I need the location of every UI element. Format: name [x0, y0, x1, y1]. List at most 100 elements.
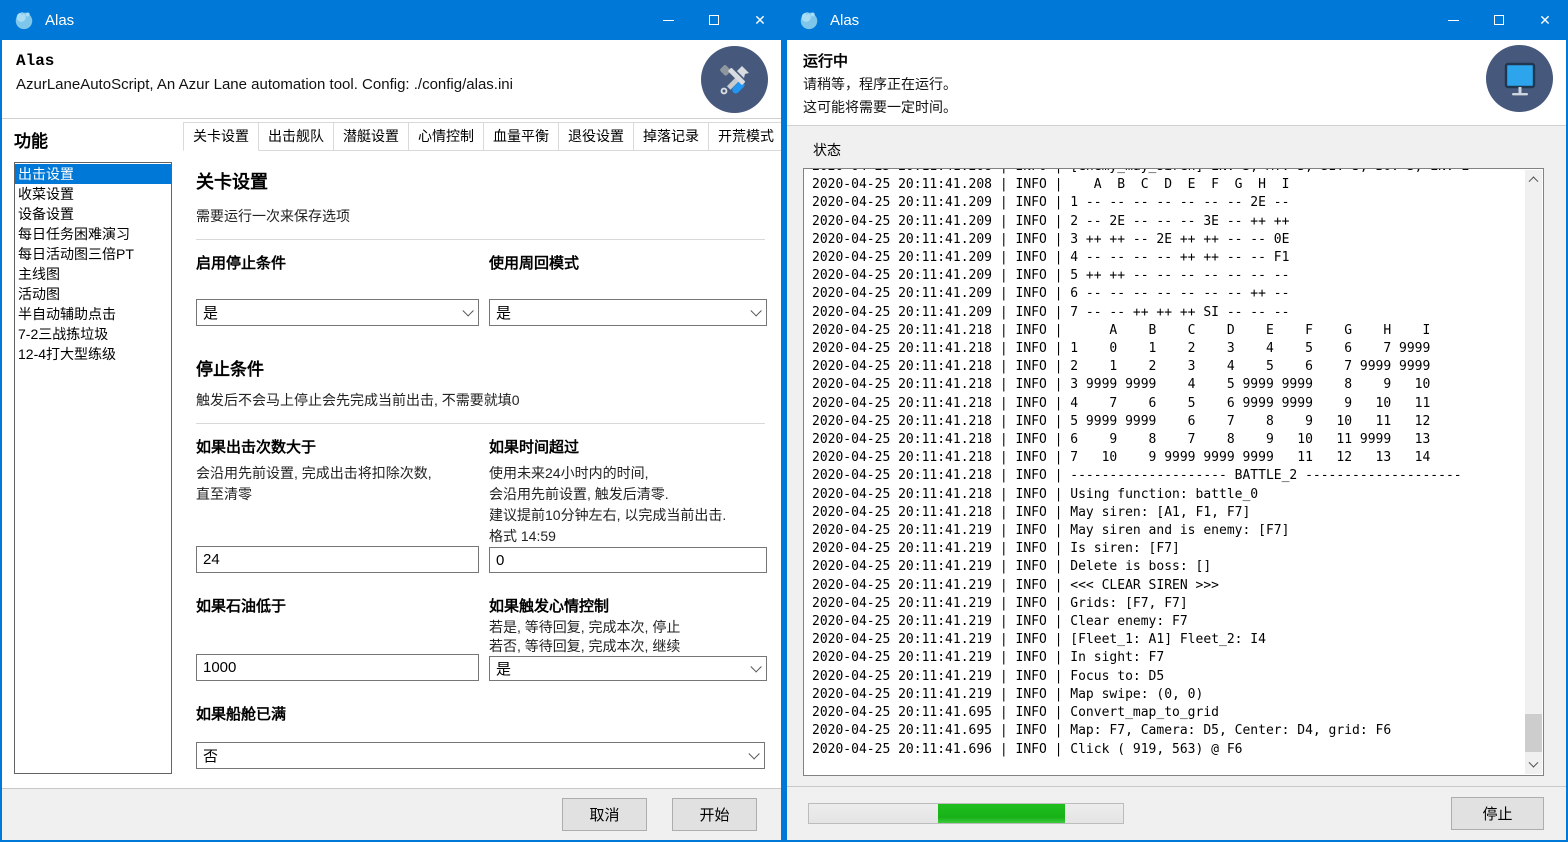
settings-tabbar: 关卡设置 出击舰队 潜艇设置 心情控制 血量平衡 退役设置 掉落记录 开荒模式 [183, 122, 781, 151]
time-over-desc-line: 建议提前10分钟左右, 以完成当前出击. [489, 505, 767, 526]
emotion-select[interactable]: 是 [489, 656, 767, 681]
minimize-button[interactable] [645, 0, 691, 40]
enable-stop-select[interactable]: 是 [196, 299, 479, 326]
log-line: 2020-04-25 20:11:41.209 | INFO | 7 -- --… [812, 304, 1525, 322]
loop-mode-label: 使用周回模式 [489, 252, 767, 273]
log-line: 2020-04-25 20:11:41.208 | INFO | A B C D… [812, 176, 1525, 194]
sortie-count-desc-line: 直至清零 [196, 484, 479, 505]
sidebar-item-daily-hard-exercise[interactable]: 每日任务困难演习 [15, 224, 171, 244]
dock-full-value: 否 [203, 745, 218, 766]
time-over-desc-line: 格式 14:59 [489, 526, 767, 547]
sidebar-item-daily-event-3x-pt[interactable]: 每日活动图三倍PT [15, 244, 171, 264]
log-line: 2020-04-25 20:11:41.696 | INFO | Click (… [812, 741, 1525, 759]
log-line: 2020-04-25 20:11:41.219 | INFO | Is sire… [812, 540, 1525, 558]
scrollbar-thumb[interactable] [1525, 714, 1542, 752]
log-line: 2020-04-25 20:11:41.695 | INFO | Convert… [812, 704, 1525, 722]
tab-sortie-fleet[interactable]: 出击舰队 [258, 122, 334, 150]
sortie-count-input[interactable] [196, 546, 479, 573]
log-line: 2020-04-25 20:11:41.218 | INFO | -------… [812, 467, 1525, 485]
time-over-label: 如果时间超过 [489, 436, 767, 457]
emotion-desc-line: 若否, 等待回复, 完成本次, 继续 [489, 637, 767, 656]
close-button[interactable]: ✕ [737, 0, 783, 40]
log-line: 2020-04-25 20:11:41.219 | INFO | May sir… [812, 522, 1525, 540]
log-line: 2020-04-25 20:11:41.218 | INFO | May sir… [812, 504, 1525, 522]
stop-condition-desc: 触发后不会马上停止会先完成当前出击, 不需要就填0 [196, 390, 765, 410]
log-line: 2020-04-25 20:11:41.219 | INFO | Map swi… [812, 686, 1525, 704]
log-line: 2020-04-25 20:11:41.219 | INFO | <<< CLE… [812, 577, 1525, 595]
minimize-icon [663, 20, 674, 21]
settings-window: Alas ✕ Alas AzurLaneAutoScript, An Azur … [0, 0, 783, 842]
dock-full-label: 如果船舱已满 [196, 703, 765, 724]
log-line: 2020-04-25 20:11:41.695 | INFO | Map: F7… [812, 722, 1525, 740]
loop-mode-value: 是 [496, 302, 511, 323]
log-output[interactable]: 2020-04-25 20:11:41.208 | INFO | [enemy_… [803, 168, 1544, 776]
tab-hp-balance[interactable]: 血量平衡 [483, 122, 559, 150]
sortie-count-desc-line: 会沿用先前设置, 完成出击将扣除次数, [196, 463, 479, 484]
log-line: 2020-04-25 20:11:41.218 | INFO | 1 0 1 2… [812, 340, 1525, 358]
sidebar-item-12-4-leveling[interactable]: 12-4打大型练级 [15, 344, 171, 364]
action-footer: 取消 开始 [2, 788, 781, 840]
log-line: 2020-04-25 20:11:41.219 | INFO | In sigh… [812, 649, 1525, 667]
log-line: 2020-04-25 20:11:41.208 | INFO | [enemy_… [812, 168, 1525, 176]
app-title: Alas [16, 52, 767, 70]
tab-submarine-settings[interactable]: 潜艇设置 [333, 122, 409, 150]
stop-button[interactable]: 停止 [1451, 797, 1544, 830]
settings-badge [701, 46, 768, 113]
maximize-button[interactable] [1476, 0, 1522, 40]
chevron-down-icon [1529, 758, 1539, 768]
sidebar-item-event-map[interactable]: 活动图 [15, 284, 171, 304]
app-header: Alas AzurLaneAutoScript, An Azur Lane au… [2, 40, 781, 119]
start-button[interactable]: 开始 [672, 798, 757, 831]
log-line: 2020-04-25 20:11:41.218 | INFO | Using f… [812, 486, 1525, 504]
tab-pioneer-mode[interactable]: 开荒模式 [708, 122, 781, 150]
tab-retirement-settings[interactable]: 退役设置 [558, 122, 634, 150]
scroll-down-button[interactable] [1525, 757, 1542, 774]
time-over-input[interactable] [489, 547, 767, 573]
sidebar-item-semi-auto-assist[interactable]: 半自动辅助点击 [15, 304, 171, 324]
monitor-icon [1499, 59, 1541, 99]
sidebar-item-device-settings[interactable]: 设备设置 [15, 204, 171, 224]
sidebar-item-sortie-settings[interactable]: 出击设置 [15, 164, 171, 184]
sidebar-item-7-2-trash[interactable]: 7-2三战拣垃圾 [15, 324, 171, 344]
log-line: 2020-04-25 20:11:41.209 | INFO | 6 -- --… [812, 285, 1525, 303]
titlebar[interactable]: Alas ✕ [785, 0, 1568, 40]
close-button[interactable]: ✕ [1522, 0, 1568, 40]
run-status-title: 运行中 [803, 50, 1552, 71]
tab-drop-record[interactable]: 掉落记录 [633, 122, 709, 150]
minimize-button[interactable] [1430, 0, 1476, 40]
log-line: 2020-04-25 20:11:41.209 | INFO | 3 ++ ++… [812, 231, 1525, 249]
close-icon: ✕ [1539, 13, 1551, 27]
log-line: 2020-04-25 20:11:41.219 | INFO | Focus t… [812, 668, 1525, 686]
oil-below-input[interactable] [196, 654, 479, 681]
log-line: 2020-04-25 20:11:41.209 | INFO | 5 ++ ++… [812, 267, 1525, 285]
log-line: 2020-04-25 20:11:41.218 | INFO | A B C D… [812, 322, 1525, 340]
cancel-button[interactable]: 取消 [562, 798, 647, 831]
log-line: 2020-04-25 20:11:41.218 | INFO | 7 10 9 … [812, 449, 1525, 467]
chevron-down-icon [750, 305, 761, 316]
run-footer: 停止 [787, 786, 1566, 840]
sidebar-item-harvest-settings[interactable]: 收菜设置 [15, 184, 171, 204]
tab-emotion-control[interactable]: 心情控制 [408, 122, 484, 150]
log-scrollbar[interactable] [1525, 170, 1542, 774]
maximize-icon [709, 15, 719, 25]
scroll-up-button[interactable] [1525, 170, 1542, 187]
maximize-button[interactable] [691, 0, 737, 40]
function-sidebar: 功能 出击设置 收菜设置 设备设置 每日任务困难演习 每日活动图三倍PT 主线图… [2, 119, 183, 788]
maximize-icon [1494, 15, 1504, 25]
dock-full-select[interactable]: 否 [196, 742, 765, 769]
chevron-up-icon [1529, 176, 1539, 186]
sidebar-item-main-map[interactable]: 主线图 [15, 264, 171, 284]
log-line: 2020-04-25 20:11:41.218 | INFO | 6 9 8 7… [812, 431, 1525, 449]
sortie-count-label: 如果出击次数大于 [196, 436, 479, 457]
function-list: 出击设置 收菜设置 设备设置 每日任务困难演习 每日活动图三倍PT 主线图 活动… [14, 162, 172, 774]
tab-stage-settings[interactable]: 关卡设置 [183, 122, 259, 151]
enable-stop-value: 是 [203, 302, 218, 323]
time-over-desc-line: 会沿用先前设置, 触发后清零. [489, 484, 767, 505]
app-subtitle: AzurLaneAutoScript, An Azur Lane automat… [16, 76, 767, 93]
log-line: 2020-04-25 20:11:41.218 | INFO | 2 1 2 3… [812, 358, 1525, 376]
chevron-down-icon [748, 748, 759, 759]
titlebar[interactable]: Alas ✕ [0, 0, 783, 40]
log-line: 2020-04-25 20:11:41.219 | INFO | Delete … [812, 558, 1525, 576]
progress-fill [938, 804, 1065, 823]
loop-mode-select[interactable]: 是 [489, 299, 767, 326]
